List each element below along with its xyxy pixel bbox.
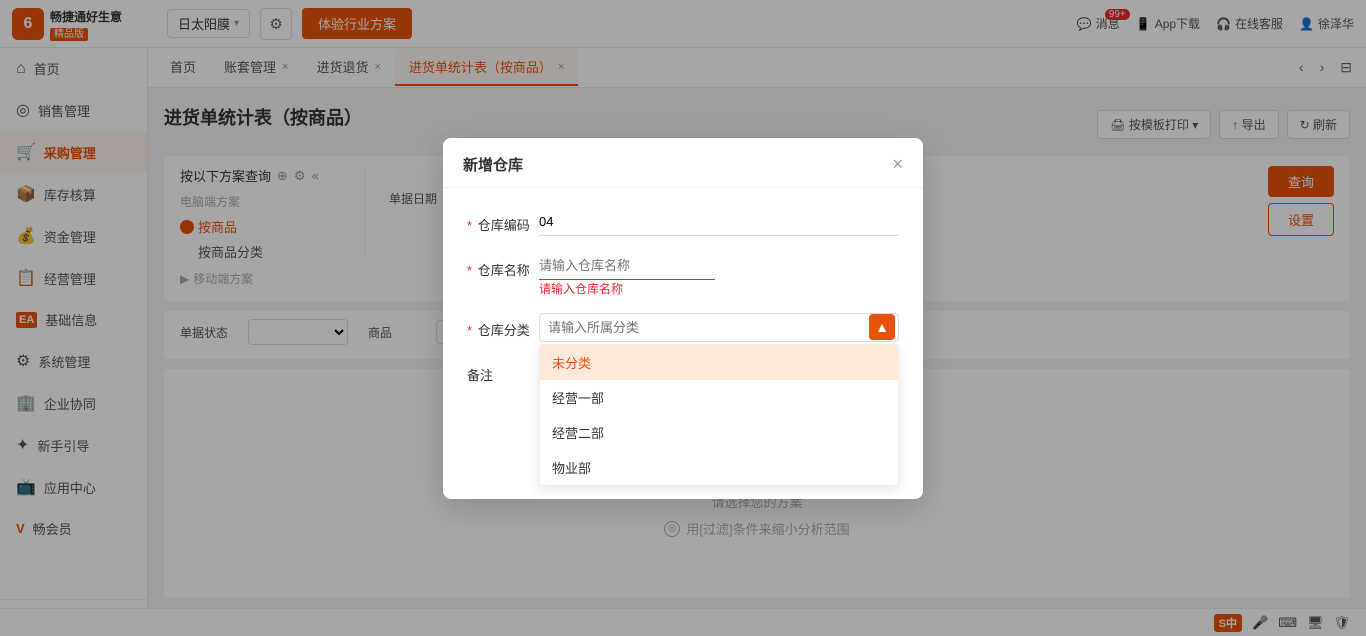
dialog-new-warehouse: 新增仓库 × * 仓库编码 * 仓库名称 bbox=[443, 138, 923, 499]
category-dropdown: 未分类 经营一部 经营二部 物业部 bbox=[539, 344, 899, 486]
category-toggle-icon[interactable]: ▲ bbox=[869, 314, 895, 340]
code-label: * 仓库编码 bbox=[467, 208, 539, 234]
dialog-close-icon[interactable]: × bbox=[892, 154, 903, 175]
dropdown-item-none[interactable]: 未分类 bbox=[540, 345, 898, 380]
name-error-msg: 请输入仓库名称 bbox=[539, 280, 623, 297]
dialog-header: 新增仓库 × bbox=[443, 138, 923, 188]
name-field-row: * 仓库名称 请输入仓库名称 bbox=[467, 252, 899, 297]
dialog-body: * 仓库编码 * 仓库名称 请输入仓库名称 bbox=[443, 188, 923, 440]
name-field-inner: * 仓库名称 bbox=[467, 252, 715, 280]
dialog-title: 新增仓库 bbox=[463, 154, 523, 175]
category-label: * 仓库分类 bbox=[467, 313, 539, 339]
dropdown-item-dept3[interactable]: 物业部 bbox=[540, 450, 898, 485]
code-field-row: * 仓库编码 bbox=[467, 208, 899, 236]
dropdown-item-dept2[interactable]: 经营二部 bbox=[540, 415, 898, 450]
name-label: * 仓库名称 bbox=[467, 253, 539, 279]
category-field-row: * 仓库分类 ▲ 未分类 经营一部 经营二部 物业部 bbox=[467, 313, 899, 342]
modal-overlay[interactable]: 新增仓库 × * 仓库编码 * 仓库名称 bbox=[0, 0, 1366, 636]
name-input[interactable] bbox=[539, 252, 715, 280]
category-input-wrap: ▲ 未分类 经营一部 经营二部 物业部 bbox=[539, 313, 899, 342]
dropdown-item-dept1[interactable]: 经营一部 bbox=[540, 380, 898, 415]
category-input[interactable] bbox=[539, 313, 899, 342]
remark-label: 备注 bbox=[467, 358, 539, 384]
code-input[interactable] bbox=[539, 208, 899, 236]
